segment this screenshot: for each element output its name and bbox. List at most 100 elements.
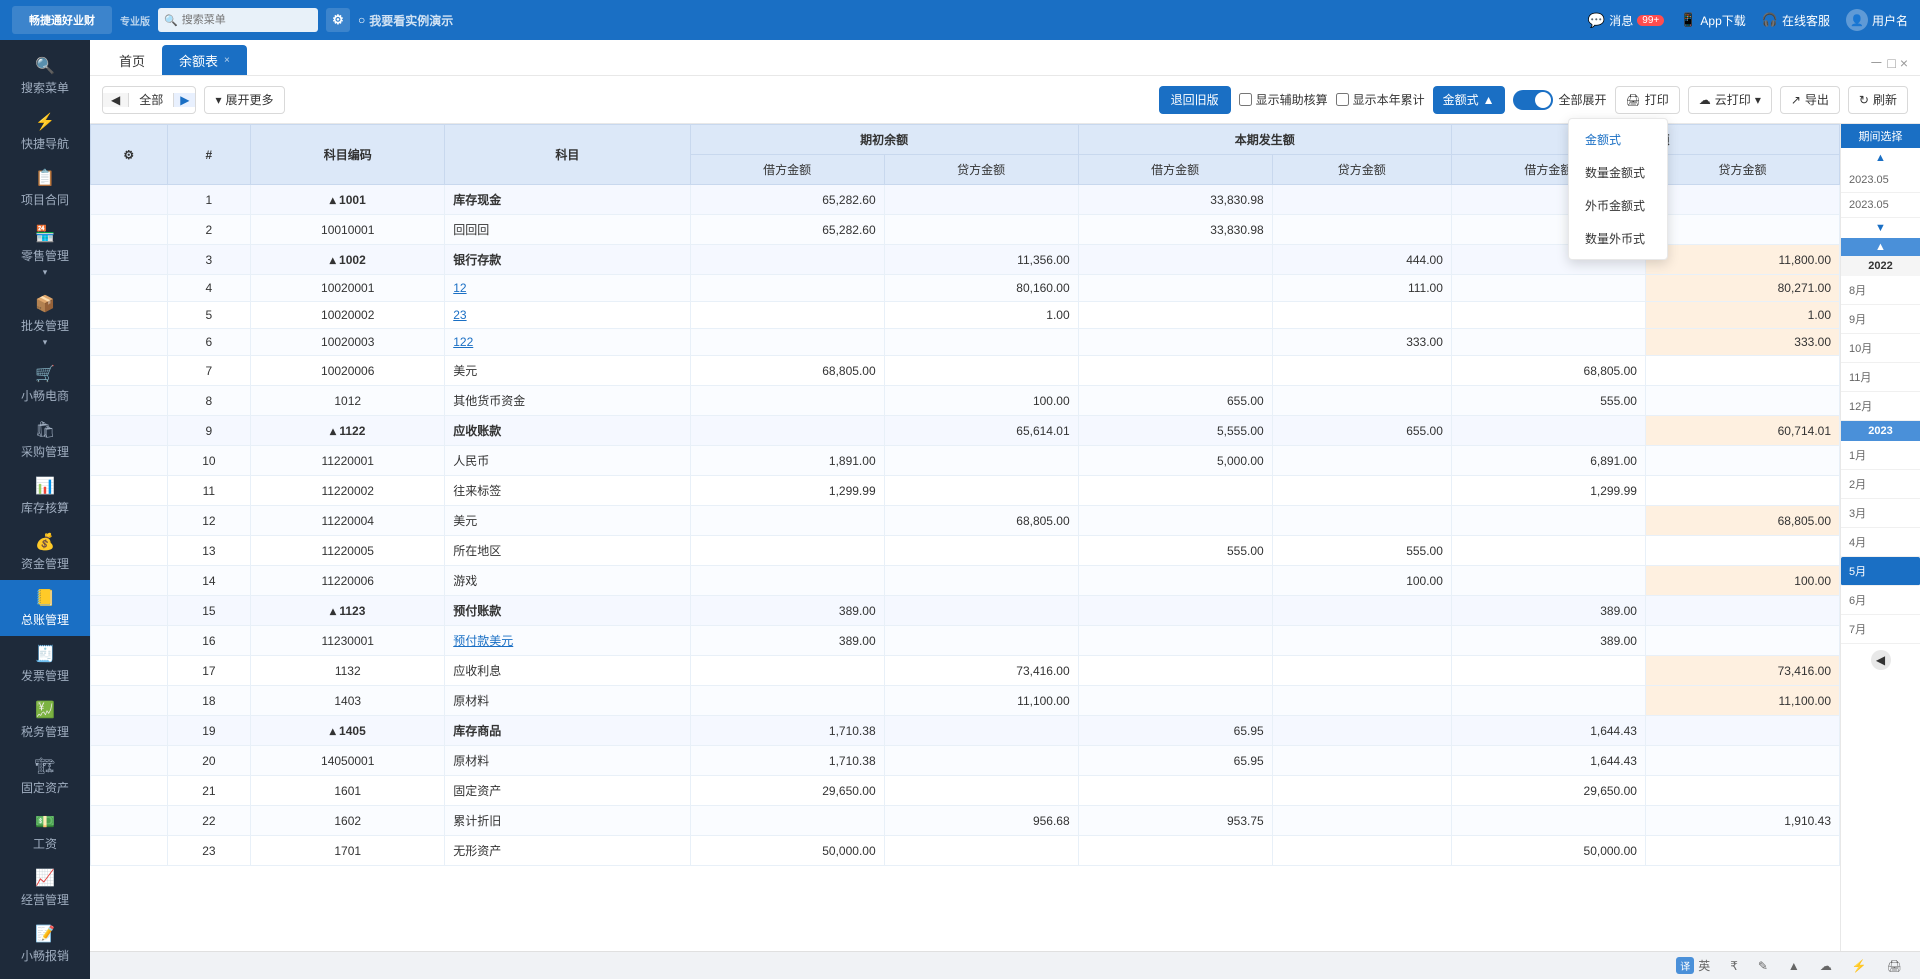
sidebar-item-search[interactable]: 🔍 搜索菜单 <box>0 48 90 104</box>
online-service-btn[interactable]: 🎧 在线客服 <box>1762 12 1830 29</box>
sidebar-item-basic[interactable]: ℹ 基础信息 <box>0 972 90 979</box>
month-5-label: 5月 <box>1849 563 1866 579</box>
table-cell: 655.00 <box>1272 416 1451 446</box>
table-cell[interactable]: 12 <box>445 275 690 302</box>
month-1[interactable]: 1月 <box>1841 441 1920 470</box>
month-7[interactable]: 7月 <box>1841 615 1920 644</box>
user-avatar[interactable]: 👤 用户名 <box>1846 9 1908 31</box>
bottom-cloud-btn[interactable]: ☁ <box>1814 957 1838 975</box>
tab-close-icon[interactable]: × <box>1900 55 1908 71</box>
bottom-currency-btn[interactable]: ₹ <box>1724 957 1744 975</box>
table-settings-th[interactable]: ⚙ <box>91 125 168 185</box>
print-btn[interactable]: 🖨 打印 <box>1615 86 1680 114</box>
sidebar-item-tax[interactable]: 💹 税务管理 <box>0 692 90 748</box>
table-cell <box>1078 275 1272 302</box>
sidebar-item-wholesale[interactable]: 📦 批发管理 ▾ <box>0 286 90 356</box>
sidebar-item-reports[interactable]: 📝 小畅报销 <box>0 916 90 972</box>
table-cell: 11 <box>167 476 251 506</box>
month-10-label: 10月 <box>1849 340 1872 356</box>
side-panel-period1[interactable]: 2023.05 <box>1841 168 1920 193</box>
month-10[interactable]: 10月 <box>1841 334 1920 363</box>
bottom-edit-btn[interactable]: ✎ <box>1752 957 1774 975</box>
month-8[interactable]: 8月 <box>1841 276 1920 305</box>
demo-link[interactable]: ○ 我要看实例演示 <box>358 12 453 29</box>
sidebar-item-operations[interactable]: 📈 经营管理 <box>0 860 90 916</box>
reports-icon: 📝 <box>35 924 55 944</box>
tab-balance-label: 余额表 <box>179 51 218 70</box>
tab-minimize-icon[interactable]: － <box>1869 53 1883 73</box>
table-cell: ▴ 1001 <box>251 185 445 215</box>
table-cell: 80,160.00 <box>884 275 1078 302</box>
table-cell <box>1078 836 1272 866</box>
tab-balance[interactable]: 余额表 × <box>162 45 247 75</box>
sidebar-item-quicknav[interactable]: ⚡ 快捷导航 <box>0 104 90 160</box>
month-9[interactable]: 9月 <box>1841 305 1920 334</box>
forward-arrow-btn[interactable]: ▶ <box>173 93 195 107</box>
nav-search-input[interactable] <box>182 14 312 26</box>
month-6[interactable]: 6月 <box>1841 586 1920 615</box>
mode-option-amount[interactable]: 金额式 <box>1569 123 1667 156</box>
month-4[interactable]: 4月 <box>1841 528 1920 557</box>
tab-maximize-icon[interactable]: □ <box>1887 55 1895 71</box>
show-yearly-label[interactable]: 显示本年累计 <box>1336 91 1425 108</box>
mode-option-qty-foreign[interactable]: 数量外币式 <box>1569 222 1667 255</box>
bottom-translate-btn[interactable]: 译 英 <box>1670 955 1716 976</box>
sidebar-item-salary[interactable]: 💵 工资 <box>0 804 90 860</box>
month-12[interactable]: 12月 <box>1841 392 1920 421</box>
side-panel-down-btn[interactable]: ▼ <box>1841 218 1920 238</box>
table-cell: 1,891.00 <box>690 446 884 476</box>
mode-dropdown-btn[interactable]: 金额式 ▲ <box>1433 86 1505 114</box>
month-2[interactable]: 2月 <box>1841 470 1920 499</box>
month-11[interactable]: 11月 <box>1841 363 1920 392</box>
back-arrow-btn[interactable]: ◀ <box>103 93 129 107</box>
bottom-sync-btn[interactable]: ⚡ <box>1846 957 1873 975</box>
expand-more-btn[interactable]: ▾ 展开更多 <box>204 86 284 114</box>
year-up-nav[interactable]: ▲ <box>1841 238 1920 256</box>
table-cell <box>91 536 168 566</box>
show-aux-checkbox[interactable] <box>1239 93 1252 106</box>
app-download-btn[interactable]: 📱 App下载 <box>1680 12 1746 29</box>
month-5-active[interactable]: 5月 <box>1841 557 1920 586</box>
bottom-up-btn[interactable]: ▲ <box>1782 957 1806 975</box>
expand-all-toggle[interactable] <box>1513 90 1553 110</box>
export-btn[interactable]: ↗ 导出 <box>1780 86 1840 114</box>
table-cell: 29,650.00 <box>1451 776 1645 806</box>
return-old-btn[interactable]: 退回旧版 <box>1159 86 1231 114</box>
settings-icon[interactable]: ⚙ <box>326 8 350 32</box>
bottom-print-btn[interactable]: 🖨 <box>1881 957 1908 975</box>
sidebar-item-ledger[interactable]: 📒 总账管理 <box>0 580 90 636</box>
table-cell <box>91 686 168 716</box>
show-aux-label[interactable]: 显示辅助核算 <box>1239 91 1328 108</box>
table-cell[interactable]: 122 <box>445 329 690 356</box>
side-panel-up-btn[interactable]: ▲ <box>1841 148 1920 168</box>
tab-balance-close[interactable]: × <box>224 55 230 66</box>
sidebar-item-assets[interactable]: 🏗 固定资产 <box>0 748 90 804</box>
sidebar-item-operations-label: 经营管理 <box>21 891 69 908</box>
table-cell: 1,910.43 <box>1645 806 1839 836</box>
refresh-btn[interactable]: ↻ 刷新 <box>1848 86 1908 114</box>
sidebar-item-retail[interactable]: 🏪 零售管理 ▾ <box>0 216 90 286</box>
show-yearly-checkbox[interactable] <box>1336 93 1349 106</box>
sidebar-item-project[interactable]: 📋 项目合同 <box>0 160 90 216</box>
tab-home[interactable]: 首页 <box>102 45 162 75</box>
side-panel-collapse-btn[interactable]: ◀ <box>1841 644 1920 676</box>
sidebar-item-invoice[interactable]: 🧾 发票管理 <box>0 636 90 692</box>
sidebar-item-capital[interactable]: 💰 资金管理 <box>0 524 90 580</box>
sidebar-item-inventory[interactable]: 📊 库存核算 <box>0 468 90 524</box>
cloud-print-btn[interactable]: ☁ 云打印 ▾ <box>1688 86 1772 114</box>
sidebar-item-purchase[interactable]: 🛍 采购管理 <box>0 412 90 468</box>
table-cell <box>1645 476 1839 506</box>
message-btn[interactable]: 💬 消息 99+ <box>1588 12 1664 29</box>
mode-option-qty-amount[interactable]: 数量金额式 <box>1569 156 1667 189</box>
side-panel-period2[interactable]: 2023.05 <box>1841 193 1920 218</box>
side-panel-title[interactable]: 期间选择 <box>1841 124 1920 148</box>
mode-option-foreign-amount[interactable]: 外币金额式 <box>1569 189 1667 222</box>
table-cell: 1,299.99 <box>1451 476 1645 506</box>
month-3[interactable]: 3月 <box>1841 499 1920 528</box>
table-cell[interactable]: 23 <box>445 302 690 329</box>
sidebar-item-ecommerce[interactable]: 🛒 小畅电商 <box>0 356 90 412</box>
sidebar-item-capital-label: 资金管理 <box>21 555 69 572</box>
table-cell: 1601 <box>251 776 445 806</box>
table-cell <box>1451 275 1645 302</box>
table-cell[interactable]: 预付款美元 <box>445 626 690 656</box>
